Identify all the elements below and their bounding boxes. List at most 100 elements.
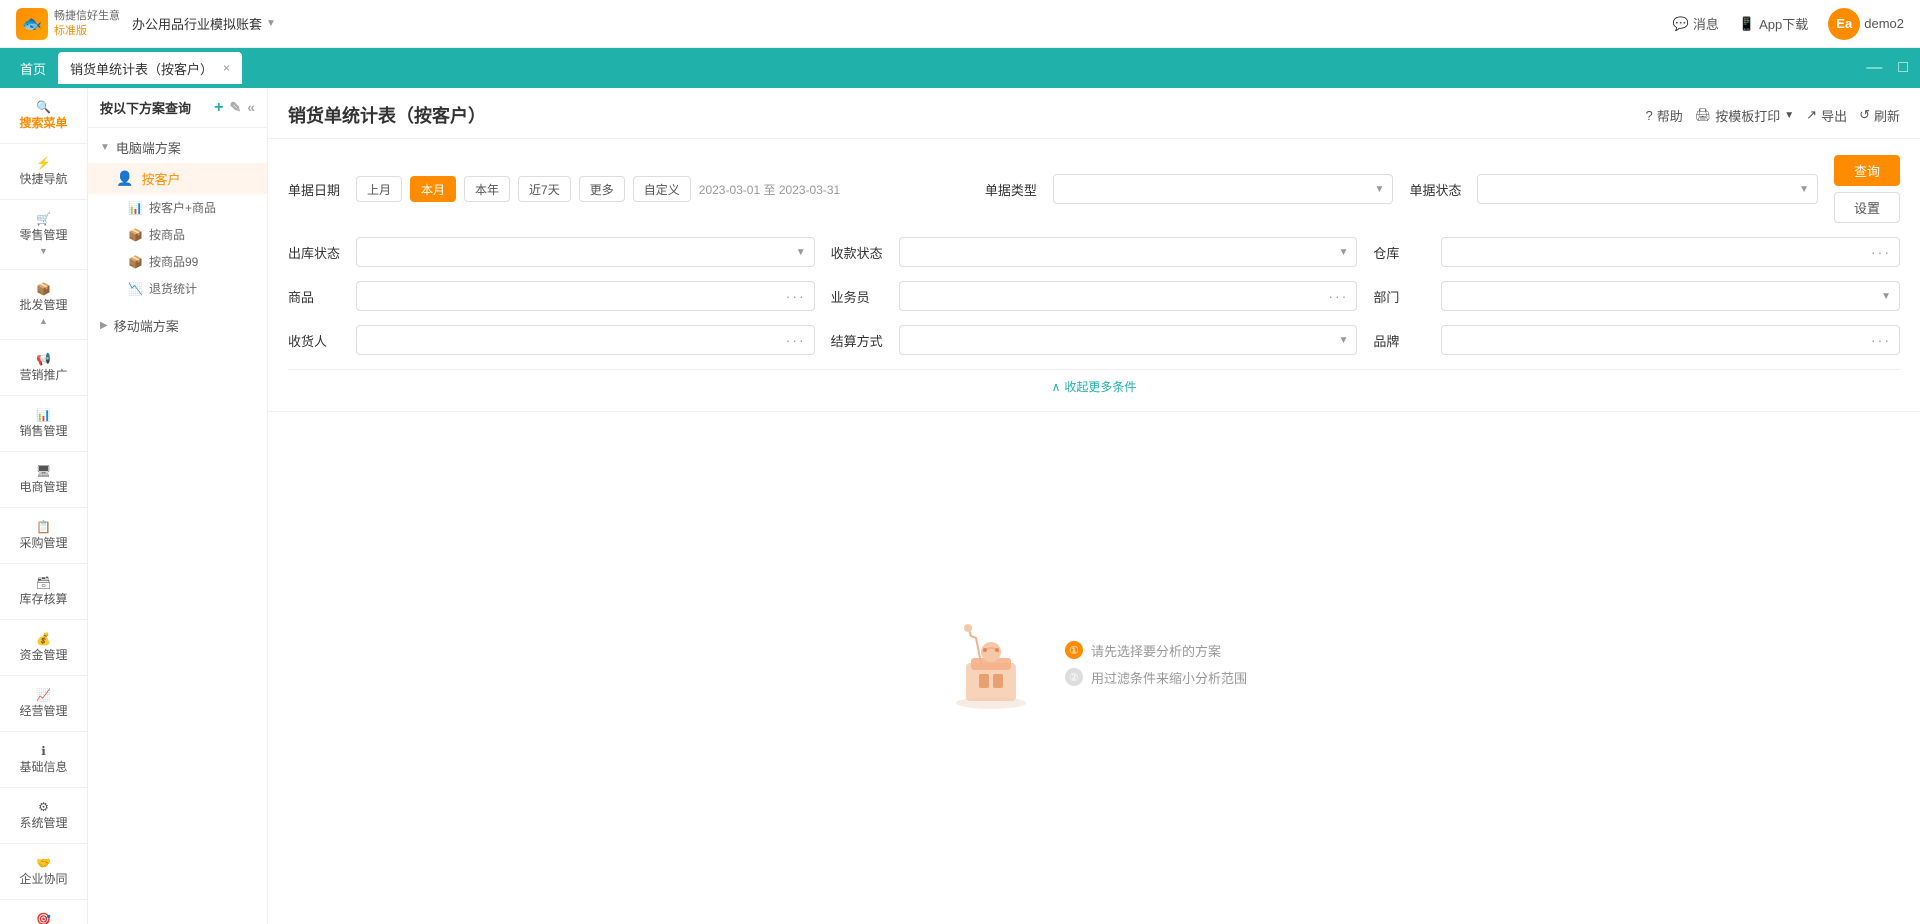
sidebar-item-system[interactable]: ⚙ 系统管理 xyxy=(0,788,87,844)
sidebar-item-quicknav[interactable]: ⚡ 快捷导航 xyxy=(0,144,87,200)
date-filter-field: 单据日期 上月 本月 本年 近7天 更多 自定义 2023-03-01 至 20… xyxy=(288,176,969,202)
hint-num-1: ① xyxy=(1065,641,1083,659)
tree-group-mobile-header[interactable]: ▶ 移动端方案 xyxy=(88,310,267,341)
dots-icon: ··· xyxy=(786,288,806,304)
date-btn-last-month[interactable]: 上月 xyxy=(356,176,402,202)
settlement-input[interactable]: ▼ xyxy=(899,325,1358,355)
user-nav-area[interactable]: Ea demo2 xyxy=(1828,8,1904,40)
avatar: Ea xyxy=(1828,8,1860,40)
chevron-down-icon: ▼ xyxy=(1799,184,1809,195)
date-filter-controls: 上月 本月 本年 近7天 更多 自定义 2023-03-01 至 2023-03… xyxy=(356,176,840,202)
payment-status-label: 收款状态 xyxy=(831,243,891,262)
quicknav-icon: ⚡ xyxy=(4,156,83,170)
receiver-input[interactable]: ··· xyxy=(356,325,815,355)
tree-group-desktop-header[interactable]: ▼ 电脑端方案 xyxy=(88,132,267,163)
dots-icon: ··· xyxy=(1328,288,1348,304)
print-button[interactable]: 🖨 按模板打印 ▼ xyxy=(1695,106,1794,125)
operations-icon: 📈 xyxy=(4,688,83,702)
tab-active[interactable]: 销货单统计表（按客户） × xyxy=(58,52,242,84)
query-button[interactable]: 查询 xyxy=(1834,155,1900,186)
tutorial-icon: 🎯 xyxy=(4,912,83,924)
sidebar-item-wholesale[interactable]: 📦 批发管理 ▲ xyxy=(0,270,87,340)
date-btn-this-month[interactable]: 本月 xyxy=(410,176,456,202)
department-input[interactable]: ▼ xyxy=(1441,281,1900,311)
help-button[interactable]: ? 帮助 xyxy=(1645,106,1682,125)
dots-icon: ··· xyxy=(1871,244,1891,260)
sidebar-item-basic-info[interactable]: ℹ 基础信息 xyxy=(0,732,87,788)
sidebar-item-purchase[interactable]: 📋 采购管理 xyxy=(0,508,87,564)
hint-num-2: ② xyxy=(1065,668,1083,686)
tree-arrow-icon: ▶ xyxy=(100,320,108,331)
sidebar-item-operations[interactable]: 📈 经营管理 xyxy=(0,676,87,732)
salesperson-field: 业务员 ··· xyxy=(831,281,1358,311)
outbound-status-label: 出库状态 xyxy=(288,243,348,262)
date-btn-this-year[interactable]: 本年 xyxy=(464,176,510,202)
sidebar-item-tutorial[interactable]: 🎯 新手引导 xyxy=(0,900,87,924)
sidebar-item-collab[interactable]: 🤝 企业协同 xyxy=(0,844,87,900)
edit-scheme-button[interactable]: ✎ xyxy=(229,99,241,117)
product-input[interactable]: ··· xyxy=(356,281,815,311)
date-btn-custom[interactable]: 自定义 xyxy=(633,176,691,202)
export-button[interactable]: ↗ 导出 xyxy=(1806,106,1847,125)
tree-arrow-icon: ▼ xyxy=(100,142,110,153)
tab-bar-right: — □ xyxy=(1862,55,1912,81)
warehouse-input[interactable]: ··· xyxy=(1441,237,1900,267)
warehouse-label: 仓库 xyxy=(1373,243,1433,262)
sidebar-item-inventory[interactable]: 🗃 库存核算 xyxy=(0,564,87,620)
page-actions: ? 帮助 🖨 按模板打印 ▼ ↗ 导出 ↺ 刷新 xyxy=(1645,106,1900,125)
collapse-bar[interactable]: ∧ 收起更多条件 xyxy=(288,369,1900,403)
brand-label: 品牌 xyxy=(1373,331,1433,350)
tree-item-customer-product[interactable]: 📊 按客户+商品 xyxy=(88,194,267,221)
sidebar-item-sales[interactable]: 📊 销售管理 xyxy=(0,396,87,452)
panel-header-actions: + ✎ « xyxy=(214,99,255,117)
tree-item-by-customer[interactable]: 👤 按客户 xyxy=(88,163,267,194)
refresh-button[interactable]: ↺ 刷新 xyxy=(1859,106,1900,125)
product-field: 商品 ··· xyxy=(288,281,815,311)
add-scheme-button[interactable]: + xyxy=(214,99,223,117)
top-nav-left: 🐟 畅捷信好生意 标准版 办公用品行业模拟账套 ▼ xyxy=(16,8,276,40)
logo-text: 畅捷信好生意 标准版 xyxy=(54,9,120,38)
content-area: 销货单统计表（按客户） ? 帮助 🖨 按模板打印 ▼ ↗ 导出 ↺ 刷新 xyxy=(268,88,1920,924)
sidebar-item-ecommerce[interactable]: 🖥 电商管理 xyxy=(0,452,87,508)
empty-hints: ① 请先选择要分析的方案 ② 用过滤条件来缩小分析范围 xyxy=(1065,641,1247,695)
tab-close-icon[interactable]: × xyxy=(223,61,230,75)
payment-status-input[interactable]: ▼ xyxy=(899,237,1358,267)
sidebar-item-retail[interactable]: 🛒 零售管理 ▼ xyxy=(0,200,87,270)
left-panel: 按以下方案查询 + ✎ « ▼ 电脑端方案 👤 按客户 📊 按客户+商品 📦 xyxy=(88,88,268,924)
empty-illustration xyxy=(941,618,1041,718)
sidebar: 🔍 搜索菜单 ⚡ 快捷导航 🛒 零售管理 ▼ 📦 批发管理 ▲ 📢 营销推广 📊… xyxy=(0,88,88,924)
sidebar-item-search[interactable]: 🔍 搜索菜单 xyxy=(0,88,87,144)
sidebar-item-marketing[interactable]: 📢 营销推广 xyxy=(0,340,87,396)
sidebar-item-finance[interactable]: 💰 资金管理 xyxy=(0,620,87,676)
doc-status-input[interactable]: ▼ xyxy=(1477,174,1818,204)
minimize-icon[interactable]: — xyxy=(1862,55,1886,81)
doc-status-label: 单据状态 xyxy=(1409,180,1469,199)
date-btn-more[interactable]: 更多 xyxy=(579,176,625,202)
tree-item-by-product[interactable]: 📦 按商品 xyxy=(88,221,267,248)
chevron-down-icon: ▼ xyxy=(1338,335,1348,346)
message-nav-button[interactable]: 💬 消息 xyxy=(1673,14,1719,33)
tab-home[interactable]: 首页 xyxy=(8,52,58,84)
settings-button[interactable]: 设置 xyxy=(1834,192,1900,223)
tree-item-product99[interactable]: 📦 按商品99 xyxy=(88,248,267,275)
doc-type-input[interactable]: ▼ xyxy=(1053,174,1394,204)
receiver-label: 收货人 xyxy=(288,331,348,350)
brand-input[interactable]: ··· xyxy=(1441,325,1900,355)
filter-section: 单据日期 上月 本月 本年 近7天 更多 自定义 2023-03-01 至 20… xyxy=(268,139,1920,412)
filter-row-1: 单据日期 上月 本月 本年 近7天 更多 自定义 2023-03-01 至 20… xyxy=(288,155,1900,223)
tree-group-mobile: ▶ 移动端方案 xyxy=(88,306,267,345)
collapse-panel-button[interactable]: « xyxy=(247,99,255,117)
search-icon: 🔍 xyxy=(4,100,83,114)
tree-item-return-stats[interactable]: 📉 退货统计 xyxy=(88,275,267,302)
marketing-icon: 📢 xyxy=(4,352,83,366)
return-icon: 📉 xyxy=(128,282,143,296)
logo-area: 🐟 畅捷信好生意 标准版 xyxy=(16,8,120,40)
download-nav-button[interactable]: 📱 App下载 xyxy=(1739,14,1808,33)
salesperson-input[interactable]: ··· xyxy=(899,281,1358,311)
help-icon: ? xyxy=(1645,108,1652,123)
date-btn-7days[interactable]: 近7天 xyxy=(518,176,571,202)
collab-icon: 🤝 xyxy=(4,856,83,870)
app-selector[interactable]: 办公用品行业模拟账套 ▼ xyxy=(132,14,276,33)
maximize-icon[interactable]: □ xyxy=(1894,55,1912,81)
outbound-status-input[interactable]: ▼ xyxy=(356,237,815,267)
